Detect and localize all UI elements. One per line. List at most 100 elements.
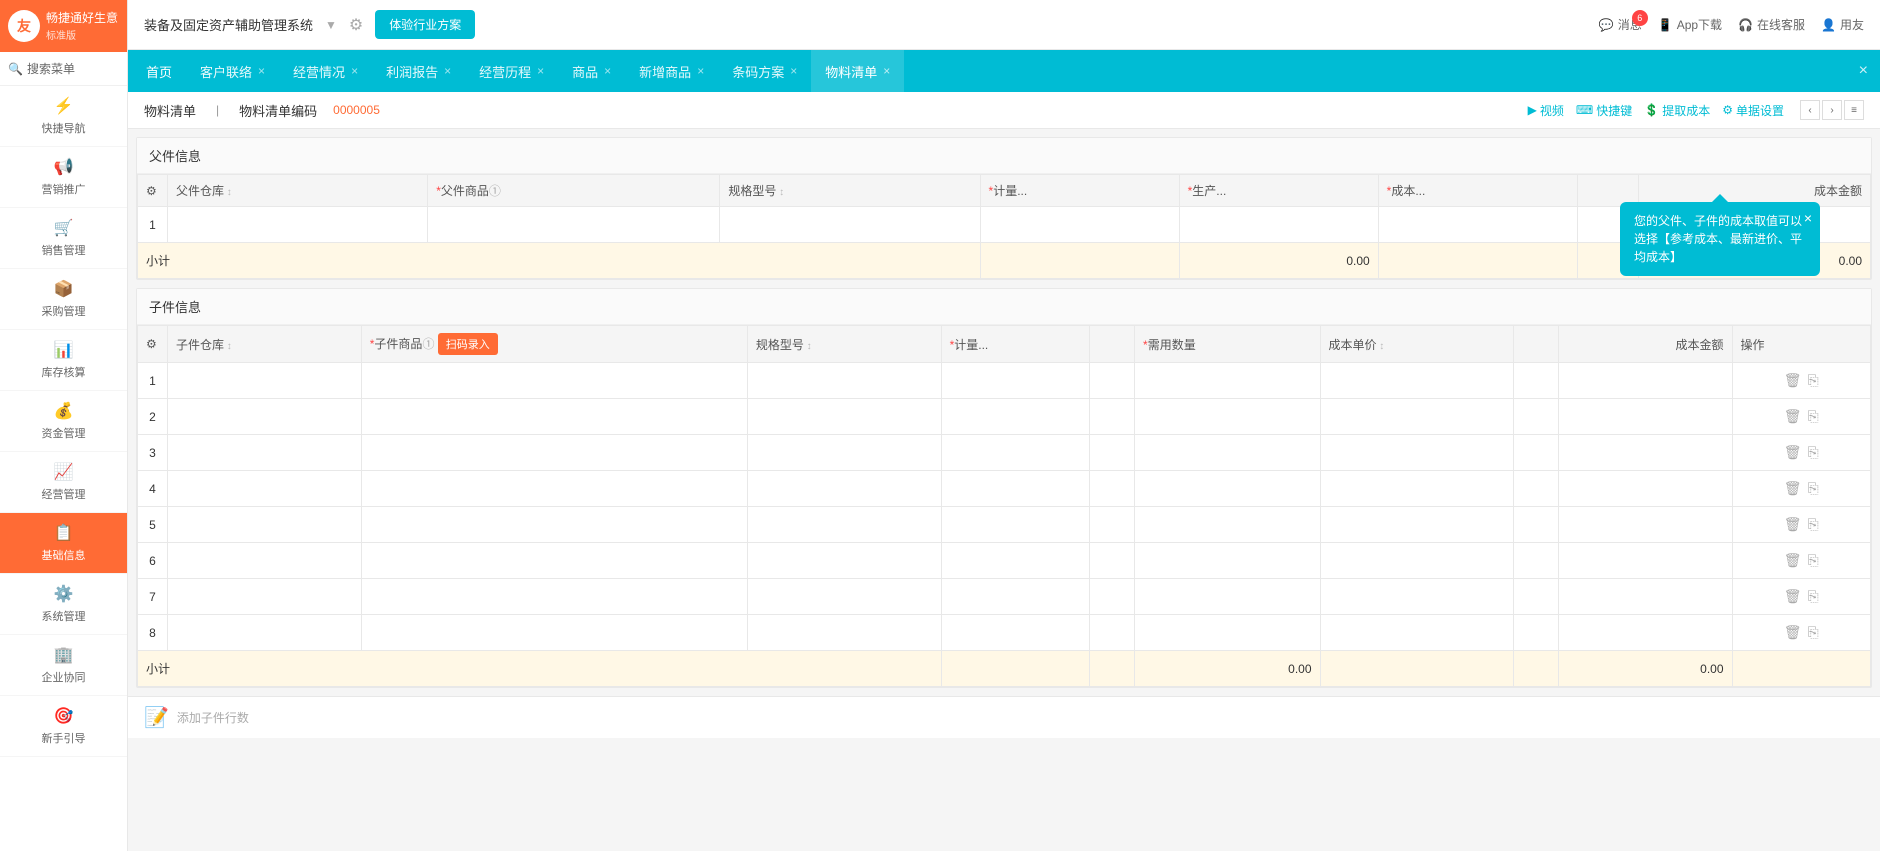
parent-th-goods[interactable]: *父件商品① <box>428 175 720 207</box>
delete-icon-3[interactable]: 🗑 <box>1784 444 1802 461</box>
tab-goods-close[interactable]: × <box>604 64 611 78</box>
settings-icon[interactable]: ⚙ <box>349 15 363 35</box>
child-row-6-goods[interactable] <box>361 543 747 579</box>
child-row-7-qty[interactable] <box>941 579 1089 615</box>
message-button[interactable]: 💬 6 消息 <box>1599 16 1642 33</box>
parent-th-cost[interactable]: *成本... <box>1378 175 1577 207</box>
child-row-3-unit-cost[interactable] <box>1320 435 1514 471</box>
add-row-icon[interactable]: 📝 <box>144 705 169 730</box>
child-row-4-need-qty[interactable] <box>1135 471 1320 507</box>
single-settings-button[interactable]: ⚙ 单据设置 <box>1722 102 1784 119</box>
child-row-1-goods[interactable] <box>361 363 747 399</box>
tab-add-goods[interactable]: 新增商品 × <box>625 50 718 92</box>
sidebar-item-basic[interactable]: 📋 基础信息 <box>0 513 127 574</box>
child-row-2-unit-cost[interactable] <box>1320 399 1514 435</box>
tab-bom-close[interactable]: × <box>883 64 890 78</box>
next-arrow[interactable]: › <box>1822 100 1842 120</box>
copy-icon-3[interactable]: ⎘ <box>1808 444 1819 461</box>
parent-th-spec[interactable]: 规格型号 <box>720 175 980 207</box>
parent-th-settings[interactable]: ⚙ <box>138 175 168 207</box>
delete-icon-6[interactable]: 🗑 <box>1784 552 1802 569</box>
tab-barcode[interactable]: 条码方案 × <box>718 50 811 92</box>
child-row-5-need-qty[interactable] <box>1135 507 1320 543</box>
sidebar-item-operations[interactable]: 📈 经营管理 <box>0 452 127 513</box>
child-row-2-need-qty[interactable] <box>1135 399 1320 435</box>
child-row-2-goods[interactable] <box>361 399 747 435</box>
child-row-5-qty[interactable] <box>941 507 1089 543</box>
sidebar-item-system[interactable]: ⚙️ 系统管理 <box>0 574 127 635</box>
child-row-3-spec[interactable] <box>747 435 941 471</box>
child-row-3-goods[interactable] <box>361 435 747 471</box>
parent-row-1-goods[interactable] <box>428 207 720 243</box>
user-button[interactable]: 👤 用友 <box>1821 16 1864 33</box>
child-row-6-need-qty[interactable] <box>1135 543 1320 579</box>
delete-icon-8[interactable]: 🗑 <box>1784 624 1802 641</box>
child-row-2-spec[interactable] <box>747 399 941 435</box>
child-row-6-qty[interactable] <box>941 543 1089 579</box>
scan-button[interactable]: 扫码录入 <box>438 333 498 355</box>
shortcut-button[interactable]: ⌨ 快捷键 <box>1576 102 1632 119</box>
tab-history-close[interactable]: × <box>537 64 544 78</box>
child-row-8-need-qty[interactable] <box>1135 615 1320 651</box>
tab-customer[interactable]: 客户联络 × <box>186 50 279 92</box>
child-th-warehouse[interactable]: 子件仓库 <box>168 326 362 363</box>
parent-row-1-prod[interactable] <box>1179 207 1378 243</box>
parent-th-prod[interactable]: *生产... <box>1179 175 1378 207</box>
delete-icon-7[interactable]: 🗑 <box>1784 588 1802 605</box>
child-row-6-spec[interactable] <box>747 543 941 579</box>
sidebar-item-quicknav[interactable]: ⚡ 快捷导航 <box>0 86 127 147</box>
child-row-5-spec[interactable] <box>747 507 941 543</box>
child-row-4-warehouse[interactable] <box>168 471 362 507</box>
child-th-goods[interactable]: *子件商品① 扫码录入 <box>361 326 747 363</box>
copy-icon-2[interactable]: ⎘ <box>1808 408 1819 425</box>
child-row-6-unit-cost[interactable] <box>1320 543 1514 579</box>
child-row-7-unit-cost[interactable] <box>1320 579 1514 615</box>
prev-arrow[interactable]: ‹ <box>1800 100 1820 120</box>
child-row-4-goods[interactable] <box>361 471 747 507</box>
menu-arrow[interactable]: ≡ <box>1844 100 1864 120</box>
online-service-button[interactable]: 🎧 在线客服 <box>1738 16 1805 33</box>
child-row-4-unit-cost[interactable] <box>1320 471 1514 507</box>
copy-icon-5[interactable]: ⎘ <box>1808 516 1819 533</box>
copy-icon-8[interactable]: ⎘ <box>1808 624 1819 641</box>
app-download-button[interactable]: 📱 App下载 <box>1658 16 1722 33</box>
child-th-spec[interactable]: 规格型号 <box>747 326 941 363</box>
parent-row-1-spec[interactable] <box>720 207 980 243</box>
child-row-3-qty[interactable] <box>941 435 1089 471</box>
copy-icon-1[interactable]: ⎘ <box>1808 372 1819 389</box>
child-th-qty[interactable]: *计量... <box>941 326 1089 363</box>
child-row-4-spec[interactable] <box>747 471 941 507</box>
delete-icon-2[interactable]: 🗑 <box>1784 408 1802 425</box>
parent-row-1-warehouse[interactable] <box>168 207 428 243</box>
tooltip-close-button[interactable]: × <box>1804 208 1812 229</box>
child-row-8-qty[interactable] <box>941 615 1089 651</box>
tab-history[interactable]: 经营历程 × <box>465 50 558 92</box>
child-row-5-warehouse[interactable] <box>168 507 362 543</box>
sidebar-item-finance[interactable]: 💰 资金管理 <box>0 391 127 452</box>
child-row-5-goods[interactable] <box>361 507 747 543</box>
tab-profit-close[interactable]: × <box>444 64 451 78</box>
delete-icon-5[interactable]: 🗑 <box>1784 516 1802 533</box>
view-video-button[interactable]: ▶ 视频 <box>1528 102 1564 119</box>
copy-icon-4[interactable]: ⎘ <box>1808 480 1819 497</box>
child-row-7-need-qty[interactable] <box>1135 579 1320 615</box>
child-row-8-goods[interactable] <box>361 615 747 651</box>
delete-icon-1[interactable]: 🗑 <box>1784 372 1802 389</box>
parent-row-1-qty[interactable] <box>980 207 1179 243</box>
child-row-1-spec[interactable] <box>747 363 941 399</box>
dropdown-icon[interactable]: ▼ <box>325 18 337 32</box>
delete-icon-4[interactable]: 🗑 <box>1784 480 1802 497</box>
child-row-8-spec[interactable] <box>747 615 941 651</box>
tab-add-goods-close[interactable]: × <box>697 64 704 78</box>
child-row-8-warehouse[interactable] <box>168 615 362 651</box>
trial-button[interactable]: 体验行业方案 <box>375 10 475 39</box>
sidebar-item-enterprise[interactable]: 🏢 企业协同 <box>0 635 127 696</box>
global-close-button[interactable]: × <box>1851 62 1876 80</box>
tab-barcode-close[interactable]: × <box>790 64 797 78</box>
sidebar-item-marketing[interactable]: 📢 营销推广 <box>0 147 127 208</box>
child-row-2-qty[interactable] <box>941 399 1089 435</box>
breadcrumb-bom[interactable]: 物料清单 <box>144 101 196 120</box>
tab-bom[interactable]: 物料清单 × <box>811 50 904 92</box>
parent-row-1-cost[interactable] <box>1378 207 1577 243</box>
child-row-2-warehouse[interactable] <box>168 399 362 435</box>
